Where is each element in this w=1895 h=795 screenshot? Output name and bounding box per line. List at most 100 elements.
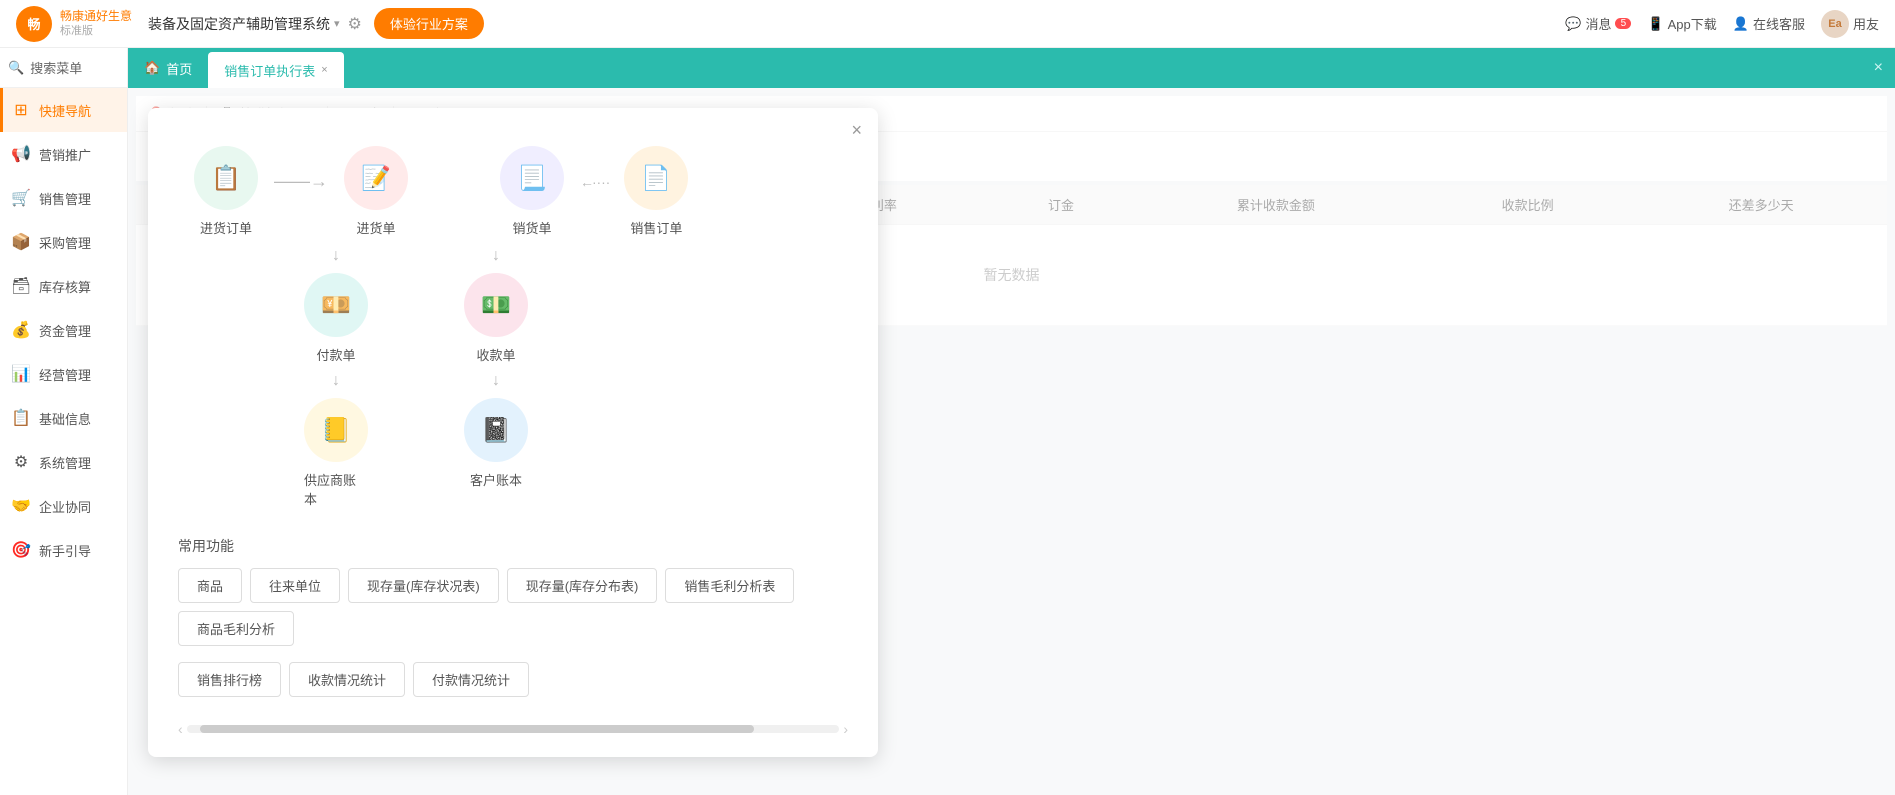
- sales-bill-icon[interactable]: 📃: [500, 146, 564, 210]
- func-btn-销售排行榜[interactable]: 销售排行榜: [178, 662, 281, 697]
- arrow-down-2: ↓: [332, 372, 340, 390]
- nav-icon: 🛒: [11, 188, 31, 208]
- sidebar-item-quick-nav[interactable]: ⊞快捷导航: [0, 88, 127, 132]
- nav-icon: ⚙: [11, 452, 31, 472]
- modal-overlay: × 📋 进货订单: [128, 88, 1895, 795]
- flow-top-row: 📋 进货订单 ——→ 📝: [178, 138, 704, 245]
- flow-node-purchase-bill: 📝 进货单: [344, 146, 408, 237]
- purchase-bill-icon[interactable]: 📝: [344, 146, 408, 210]
- sidebar-item-sys-mgmt[interactable]: ⚙系统管理: [0, 440, 127, 484]
- section-title: 常用功能: [178, 536, 848, 556]
- flow-node-receipt: 💵 收款单: [464, 273, 528, 364]
- arrow-down-1: ↓: [332, 247, 340, 265]
- arrow-down-3: ↓: [492, 247, 500, 265]
- arrow-down-4: ↓: [492, 372, 500, 390]
- download-icon: 📱: [1647, 16, 1663, 32]
- search-icon: 🔍: [8, 60, 24, 76]
- flow-node-supplier-ledger: 📒 供应商账本: [304, 398, 368, 508]
- scrollbar-thumb[interactable]: [200, 725, 755, 733]
- settings-icon[interactable]: ⚙: [348, 14, 362, 34]
- modal-close-button[interactable]: ×: [851, 120, 862, 141]
- flow-node-customer-ledger: 📓 客户账本: [464, 398, 528, 489]
- page-close-button[interactable]: ×: [1874, 59, 1883, 77]
- nav-icon: 🗃: [11, 276, 31, 296]
- func-btn-往来单位[interactable]: 往来单位: [250, 568, 340, 603]
- tab-close-icon[interactable]: ×: [321, 64, 327, 76]
- system-title: 装备及固定资产辅助管理系统: [148, 14, 330, 34]
- tab-sales-order[interactable]: 销售订单执行表 ×: [208, 52, 343, 88]
- experience-button[interactable]: 体验行业方案: [374, 8, 484, 39]
- func-btn-商品毛利分析[interactable]: 商品毛利分析: [178, 611, 294, 646]
- nav-icon: 💰: [11, 320, 31, 340]
- scroll-left-btn[interactable]: ‹: [178, 721, 183, 737]
- func-btn-收款情况统计[interactable]: 收款情况统计: [289, 662, 405, 697]
- sidebar-item-finance[interactable]: 💰资金管理: [0, 308, 127, 352]
- func-btn-现存量(库存状况表)[interactable]: 现存量(库存状况表): [348, 568, 499, 603]
- flow-node-sales-bill: 📃 销货单: [500, 146, 564, 237]
- sidebar-item-new-user[interactable]: 🎯新手引导: [0, 528, 127, 572]
- sidebar-item-marketing[interactable]: 📢营销推广: [0, 132, 127, 176]
- title-dropdown-icon[interactable]: ▾: [334, 17, 340, 30]
- func-btn-商品[interactable]: 商品: [178, 568, 242, 603]
- purchase-bill-col: ↓ 💴 付款单 ↓: [288, 247, 384, 516]
- func-btn-付款情况统计[interactable]: 付款情况统计: [413, 662, 529, 697]
- message-badge: 5: [1615, 18, 1631, 29]
- sidebar-item-inventory[interactable]: 🗃库存核算: [0, 264, 127, 308]
- sidebar-nav: ⊞快捷导航📢营销推广🛒销售管理📦采购管理🗃库存核算💰资金管理📊经营管理📋基础信息…: [0, 88, 127, 572]
- flow-node-sales-order: 📄 销售订单: [624, 146, 688, 237]
- nav-icon: 📢: [11, 144, 31, 164]
- sidebar-item-purchase-mgmt[interactable]: 📦采购管理: [0, 220, 127, 264]
- sidebar-item-sales-mgmt[interactable]: 🛒销售管理: [0, 176, 127, 220]
- logo-text: 畅康通好生意 标准版: [60, 9, 132, 39]
- func-btn-现存量(库存分布表)[interactable]: 现存量(库存分布表): [507, 568, 658, 603]
- avatar: Ea: [1821, 10, 1849, 38]
- modal-box: × 📋 进货订单: [148, 108, 878, 757]
- payment-icon[interactable]: 💴: [304, 273, 368, 337]
- func-row-1: 商品往来单位现存量(库存状况表)现存量(库存分布表)销售毛利分析表商品毛利分析: [178, 568, 848, 646]
- nav-icon: ⊞: [11, 100, 31, 120]
- supplier-ledger-icon[interactable]: 📒: [304, 398, 368, 462]
- sales-order-icon[interactable]: 📄: [624, 146, 688, 210]
- tab-bar: 🏠 首页 销售订单执行表 × ×: [128, 48, 1895, 88]
- message-icon: 💬: [1565, 16, 1581, 32]
- arrow-left-dashed: ←· · · ·: [580, 174, 608, 190]
- message-button[interactable]: 💬 消息 5: [1565, 14, 1631, 33]
- scrollbar-track: [187, 725, 840, 733]
- sidebar-item-operations[interactable]: 📊经营管理: [0, 352, 127, 396]
- flow-mid-row: ↓ 💴 付款单 ↓: [178, 247, 544, 516]
- nav-icon: 🎯: [11, 540, 31, 560]
- logo-area: 畅 畅康通好生意 标准版: [16, 6, 136, 42]
- nav-icon: 📊: [11, 364, 31, 384]
- nav-icon: 📋: [11, 408, 31, 428]
- flow-node-purchase-order: 📋 进货订单: [194, 146, 258, 237]
- sidebar-item-base-info[interactable]: 📋基础信息: [0, 396, 127, 440]
- func-btn-销售毛利分析表[interactable]: 销售毛利分析表: [665, 568, 794, 603]
- top-bar: 畅 畅康通好生意 标准版 装备及固定资产辅助管理系统 ▾ ⚙ 体验行业方案 💬 …: [0, 0, 1895, 48]
- scroll-right-btn[interactable]: ›: [843, 721, 848, 737]
- arrow-right-1: ——→: [274, 171, 328, 192]
- search-menu[interactable]: 🔍 搜索菜单: [0, 48, 127, 88]
- flow-diagram: 📋 进货订单 ——→ 📝: [178, 138, 848, 516]
- logo-icon: 畅: [16, 6, 52, 42]
- content-area: 🏠 首页 销售订单执行表 × × ❓ 帮助: [128, 48, 1895, 795]
- customer-ledger-icon[interactable]: 📓: [464, 398, 528, 462]
- page-content: ❓ 帮助 🖨 按模板打印 ▾ ⬆ 导出: [128, 88, 1895, 795]
- sidebar-item-enterprise[interactable]: 🤝企业协同: [0, 484, 127, 528]
- func-buttons-row1: 商品往来单位现存量(库存状况表)现存量(库存分布表)销售毛利分析表商品毛利分析销…: [178, 568, 848, 705]
- common-functions: 常用功能 商品往来单位现存量(库存状况表)现存量(库存分布表)销售毛利分析表商品…: [178, 536, 848, 705]
- func-row-2: 销售排行榜收款情况统计付款情况统计: [178, 662, 529, 697]
- receipt-icon[interactable]: 💵: [464, 273, 528, 337]
- nav-icon: 📦: [11, 232, 31, 252]
- nav-icon: 🤝: [11, 496, 31, 516]
- sidebar: 🔍 搜索菜单 ⊞快捷导航📢营销推广🛒销售管理📦采购管理🗃库存核算💰资金管理📊经营…: [0, 48, 128, 795]
- app-download-button[interactable]: 📱 App下载: [1647, 14, 1716, 33]
- online-service-button[interactable]: 👤 在线客服: [1733, 14, 1805, 33]
- tab-home[interactable]: 🏠 首页: [128, 48, 208, 88]
- purchase-order-icon[interactable]: 📋: [194, 146, 258, 210]
- user-area[interactable]: Ea 用友: [1821, 10, 1879, 38]
- service-icon: 👤: [1733, 16, 1749, 32]
- sales-bill-col: ↓ 💵 收款单 ↓: [448, 247, 544, 497]
- flow-node-payment: 💴 付款单: [304, 273, 368, 364]
- top-right-actions: 💬 消息 5 📱 App下载 👤 在线客服 Ea 用友: [1565, 10, 1879, 38]
- modal-scrollbar-area: ‹ ›: [178, 721, 848, 737]
